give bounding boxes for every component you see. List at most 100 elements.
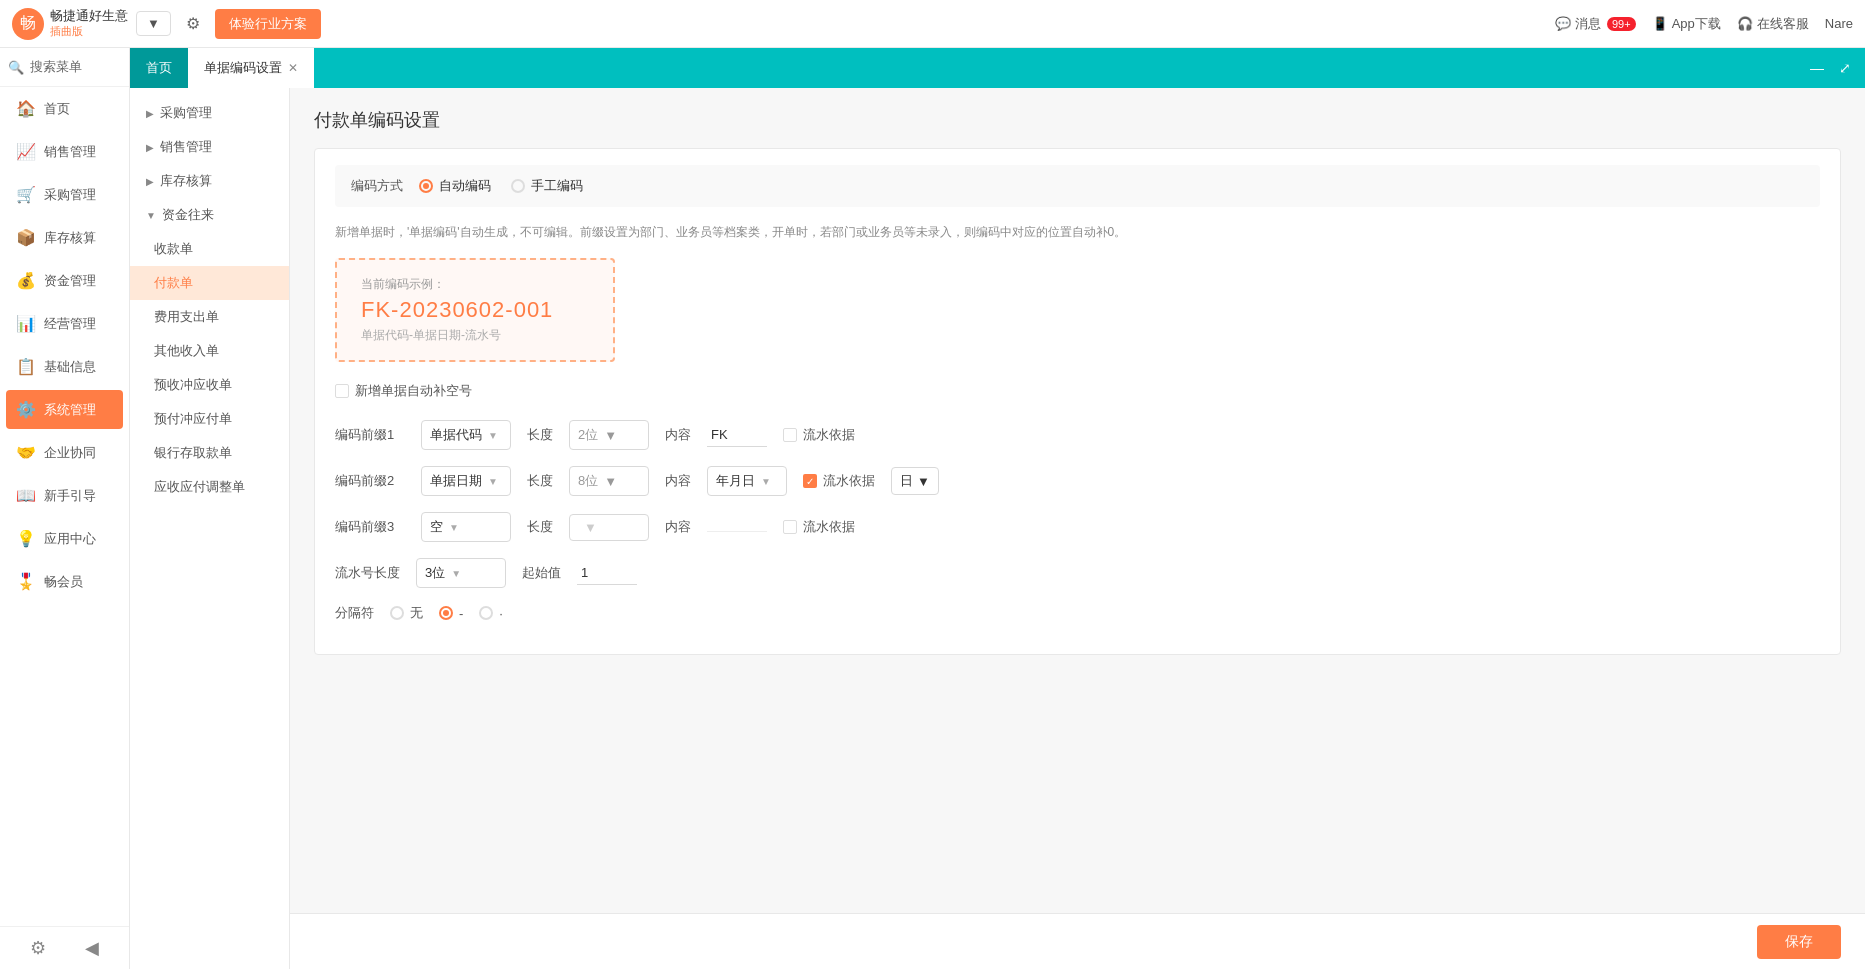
menu-item-expense[interactable]: 费用支出单 — [130, 300, 289, 334]
prefix1-length-select[interactable]: 2位 ▼ — [569, 420, 649, 450]
manual-code-radio[interactable]: 手工编码 — [511, 177, 583, 195]
sidebar-label-operations: 经营管理 — [44, 315, 96, 333]
sales-icon: 📈 — [16, 142, 36, 161]
sidebar-item-system[interactable]: ⚙️ 系统管理 — [6, 390, 123, 429]
auto-code-label: 自动编码 — [439, 177, 491, 195]
online-service-label: 在线客服 — [1757, 15, 1809, 33]
prefix3-watermark-checkbox[interactable] — [783, 520, 797, 534]
sidebar-item-guide[interactable]: 📖 新手引导 — [0, 474, 129, 517]
sidebar-item-finance[interactable]: 💰 资金管理 — [0, 259, 129, 302]
logo-text-block: 畅捷通好生意 插曲版 — [50, 8, 128, 40]
menu-group-funds-title[interactable]: ▼ 资金往来 — [130, 198, 289, 232]
prefix2-length-value: 8位 — [578, 472, 598, 490]
logo-sub-text: 插曲版 — [50, 24, 128, 39]
sep-dot1-radio[interactable]: - — [439, 606, 463, 621]
prefix1-content-label: 内容 — [665, 426, 691, 444]
menu-item-other-income[interactable]: 其他收入单 — [130, 334, 289, 368]
auto-fill-checkbox[interactable] — [335, 384, 349, 398]
messages-button[interactable]: 💬 消息 99+ — [1555, 15, 1636, 33]
sidebar-label-inventory: 库存核算 — [44, 229, 96, 247]
sidebar-label-app: 应用中心 — [44, 530, 96, 548]
sidebar-item-inventory[interactable]: 📦 库存核算 — [0, 216, 129, 259]
manual-code-label: 手工编码 — [531, 177, 583, 195]
tab-maximize-icon[interactable]: ⤢ — [1833, 56, 1857, 80]
sidebar: 🔍 搜索菜单 🏠 首页 📈 销售管理 🛒 采购管理 📦 库存核算 💰 资金管理 … — [0, 48, 130, 969]
menu-item-payment[interactable]: 付款单 — [130, 266, 289, 300]
save-button[interactable]: 保存 — [1757, 925, 1841, 959]
prefix2-length-label: 长度 — [527, 472, 553, 490]
serial-length-select[interactable]: 3位 ▼ — [416, 558, 506, 588]
tab-encoding-label: 单据编码设置 — [204, 59, 282, 77]
trial-button[interactable]: 体验行业方案 — [215, 9, 321, 39]
prefix2-day-select[interactable]: 日 ▼ — [891, 467, 939, 495]
prefix1-dropdown-icon: ▼ — [488, 430, 498, 441]
sep-none-radio[interactable]: 无 — [390, 604, 423, 622]
dropdown-button[interactable]: ▼ — [136, 11, 171, 36]
prefix2-day-value: 日 — [900, 472, 913, 490]
sep-dot1-label: - — [459, 606, 463, 621]
prefix3-content-value — [707, 523, 767, 532]
app-download-label: App下载 — [1672, 15, 1721, 33]
arrow-icon-sales: ▶ — [146, 142, 154, 153]
sidebar-item-sales[interactable]: 📈 销售管理 — [0, 130, 129, 173]
message-icon: 💬 — [1555, 16, 1571, 31]
sidebar-item-purchase[interactable]: 🛒 采购管理 — [0, 173, 129, 216]
prefix1-label: 编码前缀1 — [335, 426, 405, 444]
menu-item-receipt[interactable]: 收款单 — [130, 232, 289, 266]
user-profile[interactable]: Nare — [1825, 16, 1853, 31]
menu-group-funds-label: 资金往来 — [162, 206, 214, 224]
sidebar-item-member[interactable]: 🎖️ 畅会员 — [0, 560, 129, 603]
prefix2-content-select[interactable]: 年月日 ▼ — [707, 466, 787, 496]
code-preview-main: FK-20230602-001 — [361, 297, 589, 323]
sep-dot2-label: · — [499, 606, 503, 621]
menu-item-bank[interactable]: 银行存取款单 — [130, 436, 289, 470]
prefix1-watermark: 流水依据 — [783, 426, 855, 444]
tab-home[interactable]: 首页 — [130, 48, 188, 88]
prefix2-length-select[interactable]: 8位 ▼ — [569, 466, 649, 496]
sidebar-item-app[interactable]: 💡 应用中心 — [0, 517, 129, 560]
code-preview: 当前编码示例： FK-20230602-001 单据代码-单据日期-流水号 — [335, 258, 615, 362]
auto-code-radio[interactable]: 自动编码 — [419, 177, 491, 195]
prefix1-row: 编码前缀1 单据代码 ▼ 长度 2位 ▼ 内容 FK — [335, 420, 1820, 450]
menu-group-inventory-label: 库存核算 — [160, 172, 212, 190]
tab-minimize-icon[interactable]: — — [1805, 56, 1829, 80]
tab-encoding[interactable]: 单据编码设置 ✕ — [188, 48, 314, 88]
online-service-button[interactable]: 🎧 在线客服 — [1737, 15, 1809, 33]
menu-group-inventory-title[interactable]: ▶ 库存核算 — [130, 164, 289, 198]
menu-group-purchase-label: 采购管理 — [160, 104, 212, 122]
settings-icon[interactable]: ⚙ — [179, 10, 207, 38]
app-download-button[interactable]: 📱 App下载 — [1652, 15, 1721, 33]
menu-group-purchase-title[interactable]: ▶ 采购管理 — [130, 96, 289, 130]
sep-dot2-radio[interactable]: · — [479, 606, 503, 621]
menu-item-adjust[interactable]: 应收应付调整单 — [130, 470, 289, 504]
home-icon: 🏠 — [16, 99, 36, 118]
prefix3-length-select[interactable]: ▼ — [569, 514, 649, 541]
prefix3-select[interactable]: 空 ▼ — [421, 512, 511, 542]
logo-area: 畅 畅捷通好生意 插曲版 — [12, 8, 128, 40]
sidebar-label-sales: 销售管理 — [44, 143, 96, 161]
sidebar-item-operations[interactable]: 📊 经营管理 — [0, 302, 129, 345]
sidebar-item-collab[interactable]: 🤝 企业协同 — [0, 431, 129, 474]
collapse-icon[interactable]: ◀ — [85, 937, 99, 959]
prefix1-select[interactable]: 单据代码 ▼ — [421, 420, 511, 450]
sidebar-label-guide: 新手引导 — [44, 487, 96, 505]
menu-item-pre-pay[interactable]: 预付冲应付单 — [130, 402, 289, 436]
sidebar-item-basic[interactable]: 📋 基础信息 — [0, 345, 129, 388]
page-content: 付款单编码设置 编码方式 自动编码 — [290, 88, 1865, 913]
start-value-input[interactable]: 1 — [577, 561, 637, 585]
logo-icon: 畅 — [12, 8, 44, 40]
info-text: 新增单据时，'单据编码'自动生成，不可编辑。前缀设置为部门、业务员等档案类，开单… — [335, 223, 1820, 242]
sidebar-item-home[interactable]: 🏠 首页 — [0, 87, 129, 130]
tab-close-icon[interactable]: ✕ — [288, 61, 298, 75]
member-icon: 🎖️ — [16, 572, 36, 591]
settings-bottom-icon[interactable]: ⚙ — [30, 937, 46, 959]
prefix2-watermark-checkbox[interactable]: ✓ — [803, 474, 817, 488]
prefix2-select[interactable]: 单据日期 ▼ — [421, 466, 511, 496]
menu-item-pre-receive[interactable]: 预收冲应收单 — [130, 368, 289, 402]
prefix1-watermark-checkbox[interactable] — [783, 428, 797, 442]
collab-icon: 🤝 — [16, 443, 36, 462]
prefix2-row: 编码前缀2 单据日期 ▼ 长度 8位 ▼ 内容 — [335, 466, 1820, 496]
search-menu-button[interactable]: 🔍 搜索菜单 — [0, 48, 129, 87]
operations-icon: 📊 — [16, 314, 36, 333]
menu-group-sales-title[interactable]: ▶ 销售管理 — [130, 130, 289, 164]
